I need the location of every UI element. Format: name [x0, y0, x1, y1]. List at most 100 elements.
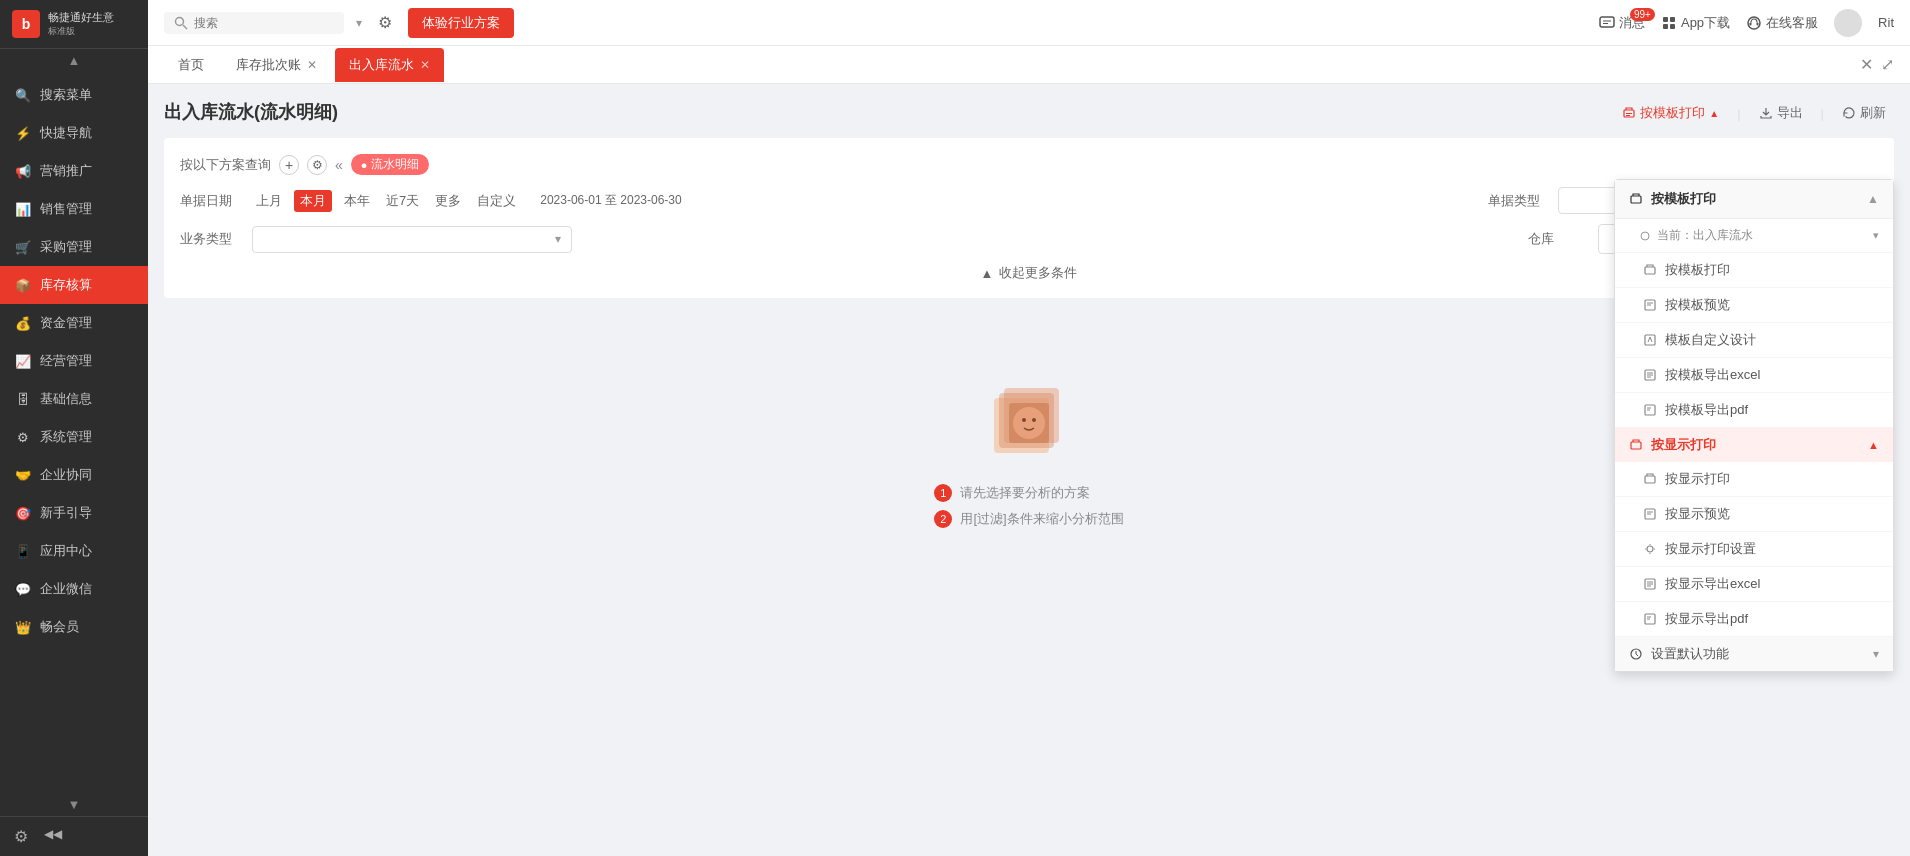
sidebar-item-sales[interactable]: 📊 销售管理: [0, 190, 148, 228]
sidebar-item-quicknav[interactable]: ⚡ 快捷导航: [0, 114, 148, 152]
dropdown-item-display-preview[interactable]: 按显示预览: [1615, 497, 1893, 532]
sidebar-item-marketing[interactable]: 📢 营销推广: [0, 152, 148, 190]
dropdown-display-section-header[interactable]: 按显示打印 ▲: [1615, 428, 1893, 462]
sidebar-item-basic-info[interactable]: 🗄 基础信息: [0, 380, 148, 418]
sidebar-nav: 🔍 搜索菜单 ⚡ 快捷导航 📢 营销推广 📊 销售管理 🛒 采购管理 📦 库存核…: [0, 72, 148, 793]
topbar-service[interactable]: 在线客服: [1746, 14, 1818, 32]
business-type-select[interactable]: ▾: [252, 226, 572, 253]
tab-close-all-icon[interactable]: ✕: [1860, 55, 1873, 74]
step-2-number: 2: [934, 510, 952, 528]
tab-batch-account[interactable]: 库存批次账 ✕: [222, 48, 331, 82]
tab-home[interactable]: 首页: [164, 48, 218, 82]
sidebar-item-finance[interactable]: 💰 资金管理: [0, 304, 148, 342]
sidebar-item-wechat[interactable]: 💬 企业微信: [0, 570, 148, 608]
tab-flow-close-icon[interactable]: ✕: [420, 58, 430, 72]
sidebar-settings-icon[interactable]: ⚙: [14, 827, 28, 846]
sidebar-item-label: 应用中心: [40, 542, 92, 560]
finance-icon: 💰: [14, 314, 32, 332]
dropdown-item-template-pdf[interactable]: 按模板导出pdf: [1615, 393, 1893, 428]
step-1-number: 1: [934, 484, 952, 502]
template-print-button[interactable]: 按模板打印 ▲: [1614, 100, 1727, 126]
topbar-search-input[interactable]: [194, 16, 314, 30]
dropdown-title: 按模板打印: [1629, 190, 1716, 208]
tab-batch-close-icon[interactable]: ✕: [307, 58, 317, 72]
sidebar-item-app-center[interactable]: 📱 应用中心: [0, 532, 148, 570]
sidebar-scroll-up[interactable]: ▲: [0, 49, 148, 72]
sidebar-item-system[interactable]: ⚙ 系统管理: [0, 418, 148, 456]
basic-info-icon: 🗄: [14, 390, 32, 408]
date-shortcut-7days[interactable]: 近7天: [382, 190, 423, 212]
tab-fullscreen-icon[interactable]: ⤢: [1881, 55, 1894, 74]
sidebar-item-inventory[interactable]: 📦 库存核算: [0, 266, 148, 304]
sidebar-item-guide[interactable]: 🎯 新手引导: [0, 494, 148, 532]
service-icon: [1746, 15, 1762, 31]
filter-add-button[interactable]: +: [279, 155, 299, 175]
dropdown-footer-default[interactable]: 设置默认功能 ▾: [1615, 637, 1893, 671]
topbar-message[interactable]: 消息 99+: [1599, 14, 1645, 32]
print-icon: [1643, 263, 1657, 277]
date-shortcut-this-year[interactable]: 本年: [340, 190, 374, 212]
sidebar-item-enterprise[interactable]: 🤝 企业协同: [0, 456, 148, 494]
svg-rect-2: [1600, 17, 1614, 27]
svg-rect-9: [1757, 22, 1759, 25]
trial-button[interactable]: 体验行业方案: [408, 8, 514, 38]
empty-steps-list: 1 请先选择要分析的方案 2 用[过滤]条件来缩小分析范围: [934, 484, 1123, 528]
filter-active-tag[interactable]: ● 流水明细: [351, 154, 430, 175]
sidebar-item-search[interactable]: 🔍 搜索菜单: [0, 76, 148, 114]
operations-icon: 📈: [14, 352, 32, 370]
refresh-button[interactable]: 刷新: [1834, 100, 1894, 126]
filter-header: 按以下方案查询 + ⚙ « ● 流水明细: [180, 154, 1878, 175]
filter-header-label: 按以下方案查询: [180, 156, 271, 174]
dropdown-item-template-print[interactable]: 按模板打印: [1615, 253, 1893, 288]
refresh-icon: [1842, 106, 1856, 120]
purchase-icon: 🛒: [14, 238, 32, 256]
display-pdf-icon: [1643, 612, 1657, 626]
sidebar-item-purchase[interactable]: 🛒 采购管理: [0, 228, 148, 266]
filter-collapse-icon[interactable]: «: [335, 157, 343, 173]
svg-point-0: [176, 17, 184, 25]
export-button[interactable]: 导出: [1751, 100, 1811, 126]
export-icon: [1759, 106, 1773, 120]
tab-flow[interactable]: 出入库流水 ✕: [335, 48, 444, 82]
date-shortcut-this-month[interactable]: 本月: [294, 190, 332, 212]
dropdown-item-display-print-settings[interactable]: 按显示打印设置: [1615, 532, 1893, 567]
date-shortcut-more[interactable]: 更多: [431, 190, 465, 212]
dropdown-item-display-excel[interactable]: 按显示导出excel: [1615, 567, 1893, 602]
filter-settings-button[interactable]: ⚙: [307, 155, 327, 175]
date-shortcut-last-month[interactable]: 上月: [252, 190, 286, 212]
message-badge: 99+: [1630, 8, 1655, 21]
enterprise-icon: 🤝: [14, 466, 32, 484]
svg-rect-4: [1670, 17, 1675, 22]
sidebar-item-vip[interactable]: 👑 畅会员: [0, 608, 148, 646]
current-indicator-icon: [1639, 230, 1651, 242]
topbar-app-download[interactable]: App下载: [1661, 14, 1730, 32]
sidebar-collapse-icon[interactable]: ◀◀: [44, 827, 62, 846]
topbar-dropdown-chevron[interactable]: ▾: [356, 16, 362, 30]
dropdown-item-template-preview[interactable]: 按模板预览: [1615, 288, 1893, 323]
message-icon: [1599, 15, 1615, 31]
excel-icon: [1643, 368, 1657, 382]
warehouse-label: 仓库: [1528, 230, 1588, 248]
topbar-search-box[interactable]: [164, 12, 344, 34]
display-excel-icon: [1643, 577, 1657, 591]
dropdown-item-template-design[interactable]: 模板自定义设计: [1615, 323, 1893, 358]
sidebar-scroll-down[interactable]: ▼: [0, 793, 148, 816]
svg-rect-5: [1663, 24, 1668, 29]
dropdown-header-chevron[interactable]: ▲: [1867, 192, 1879, 206]
svg-rect-22: [1645, 267, 1655, 274]
preview-icon: [1643, 298, 1657, 312]
sidebar-item-label: 销售管理: [40, 200, 92, 218]
app-logo-icon: b: [12, 10, 40, 38]
date-shortcuts: 上月 本月 本年 近7天 更多 自定义: [252, 190, 520, 212]
date-shortcut-custom[interactable]: 自定义: [473, 190, 520, 212]
topbar-gear-icon[interactable]: ⚙: [378, 13, 392, 32]
svg-rect-11: [1626, 113, 1632, 114]
dropdown-item-template-excel[interactable]: 按模板导出excel: [1615, 358, 1893, 393]
date-range-display: 2023-06-01 至 2023-06-30: [540, 192, 681, 209]
dropdown-item-display-print[interactable]: 按显示打印: [1615, 462, 1893, 497]
sidebar-item-operations[interactable]: 📈 经营管理: [0, 342, 148, 380]
dropdown-item-display-pdf[interactable]: 按显示导出pdf: [1615, 602, 1893, 637]
sidebar-item-label: 畅会员: [40, 618, 79, 636]
sidebar-item-label: 新手引导: [40, 504, 92, 522]
svg-point-17: [1013, 407, 1045, 439]
